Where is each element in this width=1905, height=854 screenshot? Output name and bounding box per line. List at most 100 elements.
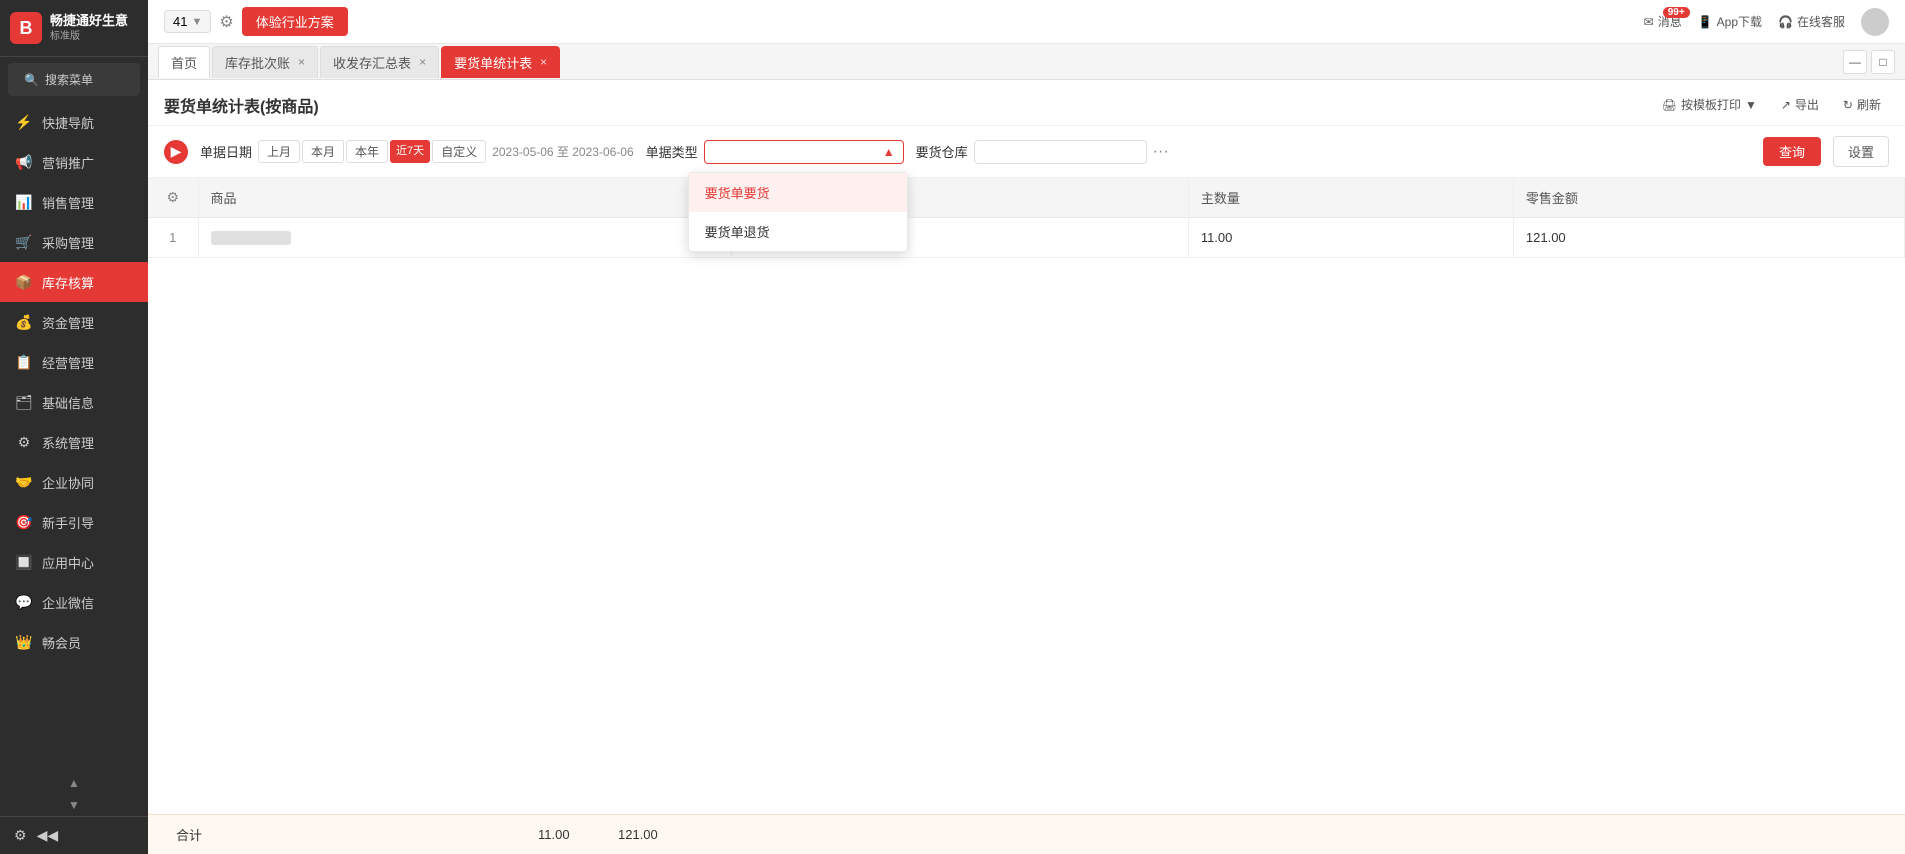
sidebar-search[interactable]: 🔍 搜索菜单 — [8, 63, 140, 96]
topbar-right: ✉ 消息 99+ 📱 App下载 🎧 在线客服 — [1644, 8, 1889, 36]
cell-row-num: 1 — [148, 218, 198, 258]
sidebar-item-operations[interactable]: 📋 经营管理 — [0, 342, 148, 382]
dropdown-item-label: 要货单退货 — [705, 225, 770, 240]
message-icon: ✉ — [1644, 15, 1654, 29]
search-label: 搜索菜单 — [45, 71, 93, 88]
table-row: 1 块 11.00 121.00 — [148, 218, 1905, 258]
tab-minimize-btn[interactable]: — — [1843, 50, 1867, 74]
doc-type-dropdown: 要货单要货 要货单退货 — [688, 172, 908, 252]
topbar-gear-icon[interactable]: ⚙ — [219, 12, 233, 32]
app-logo: B 畅捷通好生意 标准版 — [0, 0, 148, 57]
doc-type-select[interactable]: ▲ — [704, 140, 904, 164]
tab-receive-summary-close[interactable]: × — [419, 55, 426, 69]
footer-quantity: 11.00 — [526, 827, 606, 842]
refresh-icon: ↻ — [1843, 98, 1853, 112]
sidebar-item-label: 企业微信 — [42, 593, 94, 612]
tab-inventory-batch-close[interactable]: × — [298, 55, 305, 69]
more-icon[interactable]: ··· — [1153, 143, 1169, 161]
print-icon: 🖨 — [1662, 98, 1677, 112]
quick-nav-icon: ⚡ — [14, 112, 34, 132]
sidebar-item-system[interactable]: ⚙ 系统管理 — [0, 422, 148, 462]
sidebar-item-label: 经营管理 — [42, 353, 94, 372]
sidebar-item-marketing[interactable]: 📢 营销推广 — [0, 142, 148, 182]
sidebar-item-guide[interactable]: 🎯 新手引导 — [0, 502, 148, 542]
warehouse-label: 要货仓库 — [916, 142, 968, 161]
sidebar-scroll-down[interactable]: ▼ — [0, 794, 148, 816]
date-filter-label: 单据日期 — [200, 142, 252, 161]
sales-icon: 📊 — [14, 192, 34, 212]
online-service-btn[interactable]: 🎧 在线客服 — [1778, 13, 1845, 30]
enterprise-icon: 🤝 — [14, 472, 34, 492]
store-selector[interactable]: 41 ▼ — [164, 10, 211, 33]
sidebar-item-enterprise[interactable]: 🤝 企业协同 — [0, 462, 148, 502]
tab-order-stats-close[interactable]: × — [540, 55, 547, 69]
sidebar-item-label: 采购管理 — [42, 233, 94, 252]
tab-receive-summary-label: 收发存汇总表 — [333, 53, 411, 72]
date-btn-last-month[interactable]: 上月 — [258, 140, 300, 163]
sidebar-item-purchase[interactable]: 🛒 采购管理 — [0, 222, 148, 262]
print-arrow-icon: ▼ — [1745, 98, 1757, 112]
export-label: 导出 — [1795, 96, 1819, 113]
sidebar-item-basic-info[interactable]: 🗂 基础信息 — [0, 382, 148, 422]
settings-icon[interactable]: ⚙ — [14, 827, 27, 844]
refresh-label: 刷新 — [1857, 96, 1881, 113]
sidebar-item-wechat[interactable]: 💬 企业微信 — [0, 582, 148, 622]
refresh-btn[interactable]: ↻ 刷新 — [1835, 92, 1889, 117]
page-title: 要货单统计表(按商品) — [164, 93, 319, 117]
tab-receive-summary[interactable]: 收发存汇总表 × — [320, 46, 439, 78]
dropdown-item-order-return[interactable]: 要货单退货 — [689, 212, 907, 251]
dropdown-item-order-goods[interactable]: 要货单要货 — [689, 173, 907, 212]
date-btn-this-year[interactable]: 本年 — [346, 140, 388, 163]
tab-expand-btn[interactable]: □ — [1871, 50, 1895, 74]
sidebar-scroll-up[interactable]: ▲ — [0, 772, 148, 794]
marketing-icon: 📢 — [14, 152, 34, 172]
col-settings-gear-icon[interactable]: ⚙ — [166, 189, 179, 205]
sidebar-item-label: 快捷导航 — [42, 113, 94, 132]
col-amount: 零售金额 — [1513, 178, 1904, 218]
print-label: 按模板打印 — [1681, 96, 1741, 113]
sidebar-nav: ⚡ 快捷导航 📢 营销推广 📊 销售管理 🛒 采购管理 📦 库存核算 💰 资金管… — [0, 102, 148, 772]
tab-home[interactable]: 首页 — [158, 46, 210, 78]
sidebar-item-quick-nav[interactable]: ⚡ 快捷导航 — [0, 102, 148, 142]
product-name-placeholder — [211, 231, 291, 245]
app-download-btn[interactable]: 📱 App下载 — [1698, 13, 1762, 30]
sidebar-item-membership[interactable]: 👑 畅会员 — [0, 622, 148, 662]
tab-order-stats[interactable]: 要货单统计表 × — [441, 46, 560, 78]
sidebar-item-sales[interactable]: 📊 销售管理 — [0, 182, 148, 222]
query-btn[interactable]: 查询 — [1763, 137, 1821, 166]
topbar-left: 41 ▼ ⚙ 体验行业方案 — [164, 7, 1644, 36]
sidebar-item-app-center[interactable]: 🔲 应用中心 — [0, 542, 148, 582]
guide-icon: 🎯 — [14, 512, 34, 532]
settings-btn[interactable]: 设置 — [1833, 136, 1889, 167]
sidebar-item-label: 企业协同 — [42, 473, 94, 492]
tabbar-actions: — □ — [1843, 50, 1895, 74]
topbar: 41 ▼ ⚙ 体验行业方案 ✉ 消息 99+ 📱 App下载 🎧 在线客服 — [148, 0, 1905, 44]
sidebar-item-inventory[interactable]: 📦 库存核算 — [0, 262, 148, 302]
industry-btn[interactable]: 体验行业方案 — [242, 7, 348, 36]
warehouse-filter: 要货仓库 ··· — [916, 140, 1169, 164]
dropdown-item-label: 要货单要货 — [705, 186, 770, 201]
user-avatar[interactable] — [1861, 8, 1889, 36]
sidebar-item-finance[interactable]: 💰 资金管理 — [0, 302, 148, 342]
print-btn[interactable]: 🖨 按模板打印 ▼ — [1654, 92, 1765, 117]
tab-inventory-batch-label: 库存批次账 — [225, 53, 290, 72]
membership-icon: 👑 — [14, 632, 34, 652]
date-btn-badge[interactable]: 近7天 — [390, 140, 430, 163]
date-btn-custom[interactable]: 自定义 — [432, 140, 486, 163]
message-btn[interactable]: ✉ 消息 99+ — [1644, 13, 1682, 30]
tab-inventory-batch[interactable]: 库存批次账 × — [212, 46, 318, 78]
date-btn-this-month[interactable]: 本月 — [302, 140, 344, 163]
col-settings: ⚙ — [148, 178, 198, 218]
footer-amount: 121.00 — [606, 827, 686, 842]
app-title: 畅捷通好生意 — [50, 13, 128, 30]
expand-icon: ▶ — [171, 143, 182, 160]
export-btn[interactable]: ↗ 导出 — [1773, 92, 1827, 117]
purchase-icon: 🛒 — [14, 232, 34, 252]
col-quantity: 主数量 — [1188, 178, 1513, 218]
operations-icon: 📋 — [14, 352, 34, 372]
filter-expand-btn[interactable]: ▶ — [164, 140, 188, 164]
collapse-icon[interactable]: ◀◀ — [37, 827, 59, 844]
warehouse-input[interactable] — [974, 140, 1147, 164]
system-icon: ⚙ — [14, 432, 34, 452]
cell-product — [198, 218, 731, 258]
